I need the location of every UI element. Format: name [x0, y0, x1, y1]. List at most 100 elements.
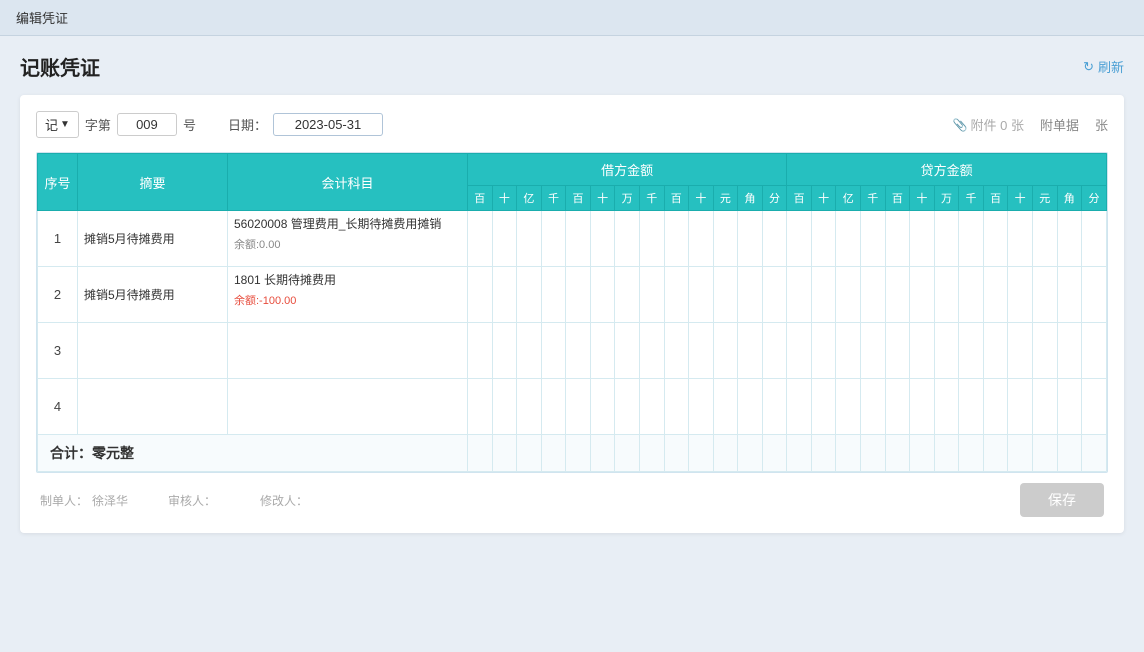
credit-amount-cell[interactable] — [934, 267, 959, 323]
debit-amount-cell[interactable] — [762, 323, 787, 379]
credit-amount-cell[interactable] — [885, 379, 910, 435]
debit-amount-cell[interactable] — [615, 211, 640, 267]
credit-amount-cell[interactable] — [1008, 323, 1033, 379]
debit-amount-cell[interactable] — [762, 379, 787, 435]
credit-amount-cell[interactable] — [861, 211, 886, 267]
credit-amount-cell[interactable] — [1032, 267, 1057, 323]
debit-amount-cell[interactable] — [738, 323, 763, 379]
debit-amount-cell[interactable] — [492, 267, 517, 323]
debit-amount-cell[interactable] — [590, 323, 615, 379]
credit-amount-cell[interactable] — [910, 379, 935, 435]
credit-amount-cell[interactable] — [787, 379, 812, 435]
credit-amount-cell[interactable] — [836, 379, 861, 435]
debit-amount-cell[interactable] — [762, 267, 787, 323]
debit-amount-cell[interactable] — [664, 323, 689, 379]
debit-amount-cell[interactable] — [492, 211, 517, 267]
credit-amount-cell[interactable] — [836, 323, 861, 379]
debit-amount-cell[interactable] — [541, 211, 566, 267]
credit-amount-cell[interactable] — [959, 323, 984, 379]
credit-amount-cell[interactable] — [787, 323, 812, 379]
credit-amount-cell[interactable] — [1008, 267, 1033, 323]
credit-amount-cell[interactable] — [1008, 211, 1033, 267]
debit-amount-cell[interactable] — [762, 211, 787, 267]
credit-amount-cell[interactable] — [885, 267, 910, 323]
debit-amount-cell[interactable] — [713, 267, 738, 323]
debit-amount-cell[interactable] — [664, 379, 689, 435]
refresh-button[interactable]: ↻ 刷新 — [1083, 57, 1124, 76]
credit-amount-cell[interactable] — [910, 267, 935, 323]
debit-amount-cell[interactable] — [689, 211, 714, 267]
debit-amount-cell[interactable] — [615, 323, 640, 379]
debit-amount-cell[interactable] — [639, 267, 664, 323]
summary-cell[interactable] — [78, 323, 228, 379]
credit-amount-cell[interactable] — [1032, 379, 1057, 435]
credit-amount-cell[interactable] — [787, 211, 812, 267]
account-cell[interactable]: 1801 长期待摊费用余额:-100.00 — [228, 267, 468, 323]
debit-amount-cell[interactable] — [689, 323, 714, 379]
date-input[interactable] — [273, 113, 383, 136]
credit-amount-cell[interactable] — [1082, 211, 1107, 267]
debit-amount-cell[interactable] — [713, 323, 738, 379]
debit-amount-cell[interactable] — [713, 211, 738, 267]
debit-amount-cell[interactable] — [639, 323, 664, 379]
type-dropdown[interactable]: 记 ▼ — [36, 111, 79, 138]
debit-amount-cell[interactable] — [639, 379, 664, 435]
credit-amount-cell[interactable] — [787, 267, 812, 323]
credit-amount-cell[interactable] — [1057, 323, 1082, 379]
debit-amount-cell[interactable] — [566, 211, 591, 267]
debit-amount-cell[interactable] — [541, 323, 566, 379]
debit-amount-cell[interactable] — [517, 323, 542, 379]
credit-amount-cell[interactable] — [1082, 323, 1107, 379]
debit-amount-cell[interactable] — [492, 379, 517, 435]
debit-amount-cell[interactable] — [468, 267, 493, 323]
credit-amount-cell[interactable] — [910, 211, 935, 267]
summary-cell[interactable]: 摊销5月待摊费用 — [78, 267, 228, 323]
credit-amount-cell[interactable] — [1032, 211, 1057, 267]
debit-amount-cell[interactable] — [566, 323, 591, 379]
debit-amount-cell[interactable] — [492, 323, 517, 379]
debit-amount-cell[interactable] — [664, 211, 689, 267]
debit-amount-cell[interactable] — [590, 211, 615, 267]
debit-amount-cell[interactable] — [468, 211, 493, 267]
credit-amount-cell[interactable] — [959, 211, 984, 267]
debit-amount-cell[interactable] — [468, 379, 493, 435]
debit-amount-cell[interactable] — [738, 267, 763, 323]
debit-amount-cell[interactable] — [639, 211, 664, 267]
debit-amount-cell[interactable] — [738, 211, 763, 267]
account-cell[interactable] — [228, 379, 468, 435]
debit-amount-cell[interactable] — [468, 323, 493, 379]
credit-amount-cell[interactable] — [1082, 267, 1107, 323]
credit-amount-cell[interactable] — [885, 323, 910, 379]
credit-amount-cell[interactable] — [1032, 323, 1057, 379]
debit-amount-cell[interactable] — [615, 267, 640, 323]
debit-amount-cell[interactable] — [615, 379, 640, 435]
debit-amount-cell[interactable] — [664, 267, 689, 323]
credit-amount-cell[interactable] — [983, 323, 1008, 379]
debit-amount-cell[interactable] — [566, 267, 591, 323]
credit-amount-cell[interactable] — [811, 379, 836, 435]
credit-amount-cell[interactable] — [836, 211, 861, 267]
credit-amount-cell[interactable] — [983, 267, 1008, 323]
credit-amount-cell[interactable] — [861, 323, 886, 379]
credit-amount-cell[interactable] — [811, 267, 836, 323]
debit-amount-cell[interactable] — [590, 379, 615, 435]
credit-amount-cell[interactable] — [811, 323, 836, 379]
debit-amount-cell[interactable] — [517, 211, 542, 267]
credit-amount-cell[interactable] — [1057, 211, 1082, 267]
credit-amount-cell[interactable] — [1057, 379, 1082, 435]
debit-amount-cell[interactable] — [738, 379, 763, 435]
credit-amount-cell[interactable] — [1057, 267, 1082, 323]
credit-amount-cell[interactable] — [983, 211, 1008, 267]
credit-amount-cell[interactable] — [1008, 379, 1033, 435]
account-cell[interactable] — [228, 323, 468, 379]
credit-amount-cell[interactable] — [836, 267, 861, 323]
attach-receipt-btn[interactable]: 附单据 — [1040, 115, 1079, 134]
credit-amount-cell[interactable] — [959, 267, 984, 323]
credit-amount-cell[interactable] — [934, 211, 959, 267]
debit-amount-cell[interactable] — [517, 267, 542, 323]
save-button[interactable]: 保存 — [1020, 483, 1104, 517]
summary-cell[interactable]: 摊销5月待摊费用 — [78, 211, 228, 267]
debit-amount-cell[interactable] — [590, 267, 615, 323]
debit-amount-cell[interactable] — [713, 379, 738, 435]
debit-amount-cell[interactable] — [517, 379, 542, 435]
